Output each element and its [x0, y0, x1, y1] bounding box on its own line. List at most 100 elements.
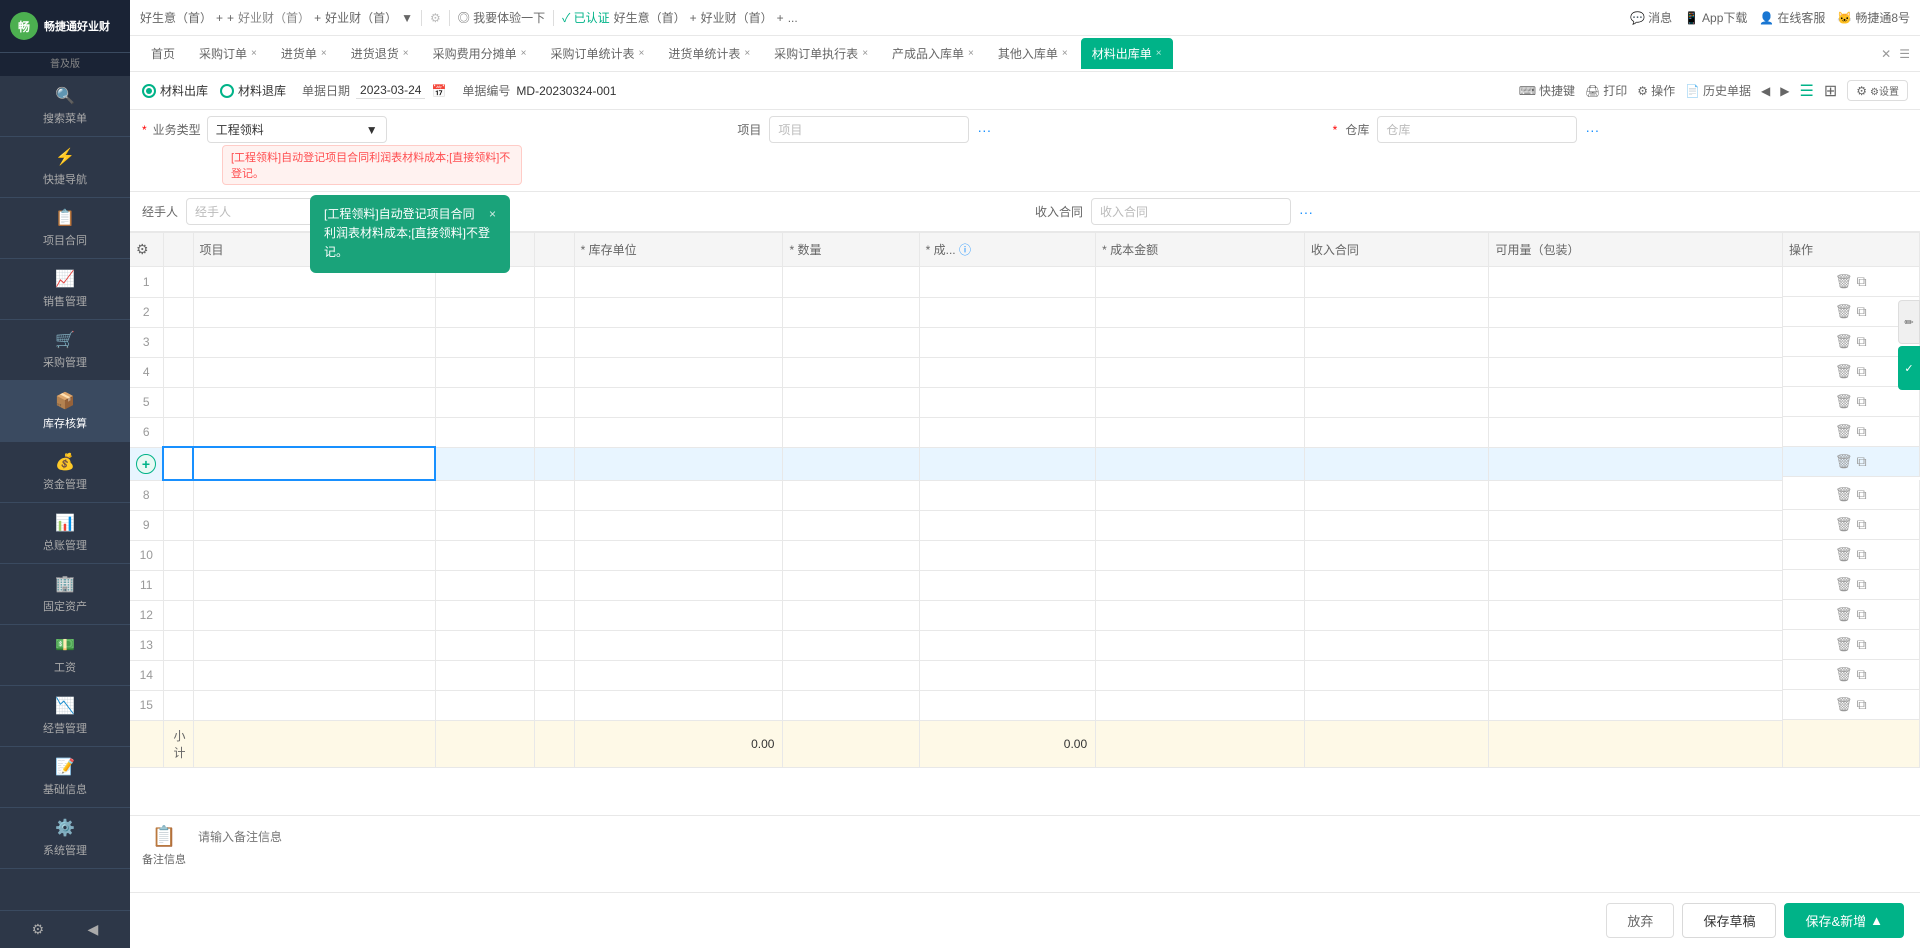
row-delete-btn[interactable]: 🗑: [1835, 393, 1853, 410]
topbar-experience[interactable]: ◎ 我要体验一下: [458, 9, 545, 26]
row-copy-btn[interactable]: ⧉: [1857, 636, 1867, 653]
row-delete-btn[interactable]: 🗑: [1835, 546, 1853, 563]
tab-incoming-stats[interactable]: 进货单统计表 ×: [657, 38, 761, 69]
tab-close-incoming[interactable]: ×: [321, 48, 327, 59]
tab-close-purchase-order[interactable]: ×: [251, 48, 257, 59]
row-delete-btn[interactable]: 🗑: [1835, 486, 1853, 503]
topbar-link-haoyecai[interactable]: +: [227, 11, 234, 25]
view-toggle-1[interactable]: ☰: [1800, 81, 1814, 101]
tab-product-in[interactable]: 产成品入库单 ×: [881, 38, 985, 69]
project-input[interactable]: 项目: [769, 116, 969, 143]
row-delete-btn[interactable]: 🗑: [1835, 423, 1853, 440]
nav-prev-btn[interactable]: ◀: [1761, 84, 1770, 98]
sidebar-item-salary[interactable]: 💵 工资: [0, 625, 130, 686]
app-download-btn[interactable]: 📱 App下载: [1684, 9, 1747, 26]
topbar-dropdown[interactable]: ▼: [401, 11, 413, 25]
row-delete-btn[interactable]: 🗑: [1835, 453, 1853, 470]
tab-close-purchase-stats[interactable]: ×: [638, 48, 644, 59]
row-delete-btn[interactable]: 🗑: [1835, 696, 1853, 713]
warehouse-input[interactable]: 仓库: [1377, 116, 1577, 143]
sidebar-item-project[interactable]: 📋 项目合同: [0, 198, 130, 259]
history-btn[interactable]: 📄 历史单据: [1685, 82, 1751, 99]
tab-purchase-stats[interactable]: 采购订单统计表 ×: [539, 38, 655, 69]
page-settings-btn[interactable]: ⚙ ⚙设置: [1847, 80, 1908, 101]
right-panel-edit-btn[interactable]: ✏: [1898, 300, 1920, 344]
tab-other-in[interactable]: 其他入库单 ×: [987, 38, 1079, 69]
tab-purchase-expense[interactable]: 采购费用分摊单 ×: [422, 38, 538, 69]
sidebar-item-assets[interactable]: 🏢 固定资产: [0, 564, 130, 625]
income-contract-input[interactable]: 收入合同: [1091, 198, 1291, 225]
online-service-btn[interactable]: 👤 在线客服: [1759, 9, 1825, 26]
sidebar-item-sales[interactable]: 📈 销售管理: [0, 259, 130, 320]
tab-incoming[interactable]: 进货单 ×: [270, 38, 338, 69]
tab-close-material-out[interactable]: ×: [1156, 48, 1162, 59]
quickkey-btn[interactable]: ⌨ 快捷键: [1519, 82, 1575, 99]
sidebar-item-inventory[interactable]: 📦 库存核算: [0, 381, 130, 442]
right-panel-check-btn[interactable]: ✓: [1898, 346, 1920, 390]
save-new-button[interactable]: 保存&新增 ▲: [1784, 903, 1904, 938]
row-copy-btn[interactable]: ⧉: [1857, 393, 1867, 410]
tab-incoming-return[interactable]: 进货退货 ×: [340, 38, 420, 69]
tab-close-all[interactable]: ✕: [1881, 47, 1891, 61]
row-copy-btn[interactable]: ⧉: [1857, 303, 1867, 320]
sidebar-item-system[interactable]: ⚙️ 系统管理: [0, 808, 130, 869]
sidebar-item-purchase[interactable]: 🛒 采购管理: [0, 320, 130, 381]
tab-purchase-order[interactable]: 采购订单 ×: [188, 38, 268, 69]
project-more-btn[interactable]: ···: [977, 122, 991, 138]
row-delete-btn[interactable]: 🗑: [1835, 363, 1853, 380]
topbar-link-hyc2[interactable]: 好业财（首）: [701, 9, 773, 26]
save-dropdown-icon[interactable]: ▲: [1870, 913, 1883, 928]
settings-gear[interactable]: ⚙: [430, 11, 441, 25]
sidebar-item-accounting[interactable]: 📊 总账管理: [0, 503, 130, 564]
row-copy-btn[interactable]: ⧉: [1857, 486, 1867, 503]
business-type-input[interactable]: 工程领料 ▼: [207, 116, 387, 143]
sidebar-item-basic[interactable]: 📝 基础信息: [0, 747, 130, 808]
income-contract-more-btn[interactable]: ···: [1299, 204, 1313, 220]
operation-btn[interactable]: ⚙ 操作: [1637, 82, 1675, 99]
row-copy-btn[interactable]: ⧉: [1857, 333, 1867, 350]
row-copy-btn[interactable]: ⧉: [1857, 516, 1867, 533]
topbar-link-more[interactable]: ...: [788, 11, 798, 25]
sidebar-item-quicknav[interactable]: ⚡ 快捷导航: [0, 137, 130, 198]
row-copy-btn[interactable]: ⧉: [1857, 423, 1867, 440]
row-copy-btn[interactable]: ⧉: [1857, 273, 1867, 290]
row-delete-btn[interactable]: 🗑: [1835, 333, 1853, 350]
cost-info-icon[interactable]: ⓘ: [959, 243, 971, 257]
col-settings[interactable]: ⚙: [130, 233, 163, 267]
radio-material-out[interactable]: 材料出库: [142, 82, 208, 99]
row-copy-btn[interactable]: ⧉: [1857, 453, 1867, 470]
message-btn[interactable]: 💬 消息: [1630, 9, 1672, 26]
notes-input[interactable]: [194, 824, 1908, 874]
row-delete-btn[interactable]: 🗑: [1835, 576, 1853, 593]
row-delete-btn[interactable]: 🗑: [1835, 606, 1853, 623]
collapse-icon[interactable]: ◀: [88, 921, 99, 938]
row-copy-btn[interactable]: ⧉: [1857, 363, 1867, 380]
row-copy-btn[interactable]: ⧉: [1857, 576, 1867, 593]
row-copy-btn[interactable]: ⧉: [1857, 546, 1867, 563]
radio-material-return[interactable]: 材料退库: [220, 82, 286, 99]
row-delete-btn[interactable]: 🗑: [1835, 636, 1853, 653]
tab-close-product-in[interactable]: ×: [968, 48, 974, 59]
topbar-link-gs2[interactable]: 好生意（首）: [614, 9, 686, 26]
discard-button[interactable]: 放弃: [1606, 903, 1674, 938]
sidebar-item-operations[interactable]: 📉 经营管理: [0, 686, 130, 747]
tab-close-purchase-expense[interactable]: ×: [521, 48, 527, 59]
nav-next-btn[interactable]: ▶: [1780, 84, 1789, 98]
tooltip-close-btn[interactable]: ×: [489, 205, 496, 224]
settings-icon[interactable]: ⚙: [32, 921, 45, 938]
col-gear-icon[interactable]: ⚙: [136, 241, 149, 257]
row-copy-btn[interactable]: ⧉: [1857, 606, 1867, 623]
tab-list-btn[interactable]: ☰: [1899, 47, 1910, 61]
tab-home[interactable]: 首页: [140, 38, 186, 69]
save-draft-button[interactable]: 保存草稿: [1682, 903, 1776, 938]
topbar-link-haoshengyi[interactable]: 好生意（首）: [140, 9, 212, 26]
row-copy-btn[interactable]: ⧉: [1857, 696, 1867, 713]
calendar-icon[interactable]: 📅: [431, 84, 446, 98]
print-btn[interactable]: 🖨 打印: [1585, 82, 1627, 99]
sidebar-item-finance[interactable]: 💰 资金管理: [0, 442, 130, 503]
row-delete-btn[interactable]: 🗑: [1835, 273, 1853, 290]
tab-close-other-in[interactable]: ×: [1062, 48, 1068, 59]
tab-close-incoming-return[interactable]: ×: [403, 48, 409, 59]
topbar-link-yidaipei[interactable]: 好业财（首）: [325, 9, 397, 26]
tab-material-out[interactable]: 材料出库单 ×: [1081, 38, 1173, 69]
